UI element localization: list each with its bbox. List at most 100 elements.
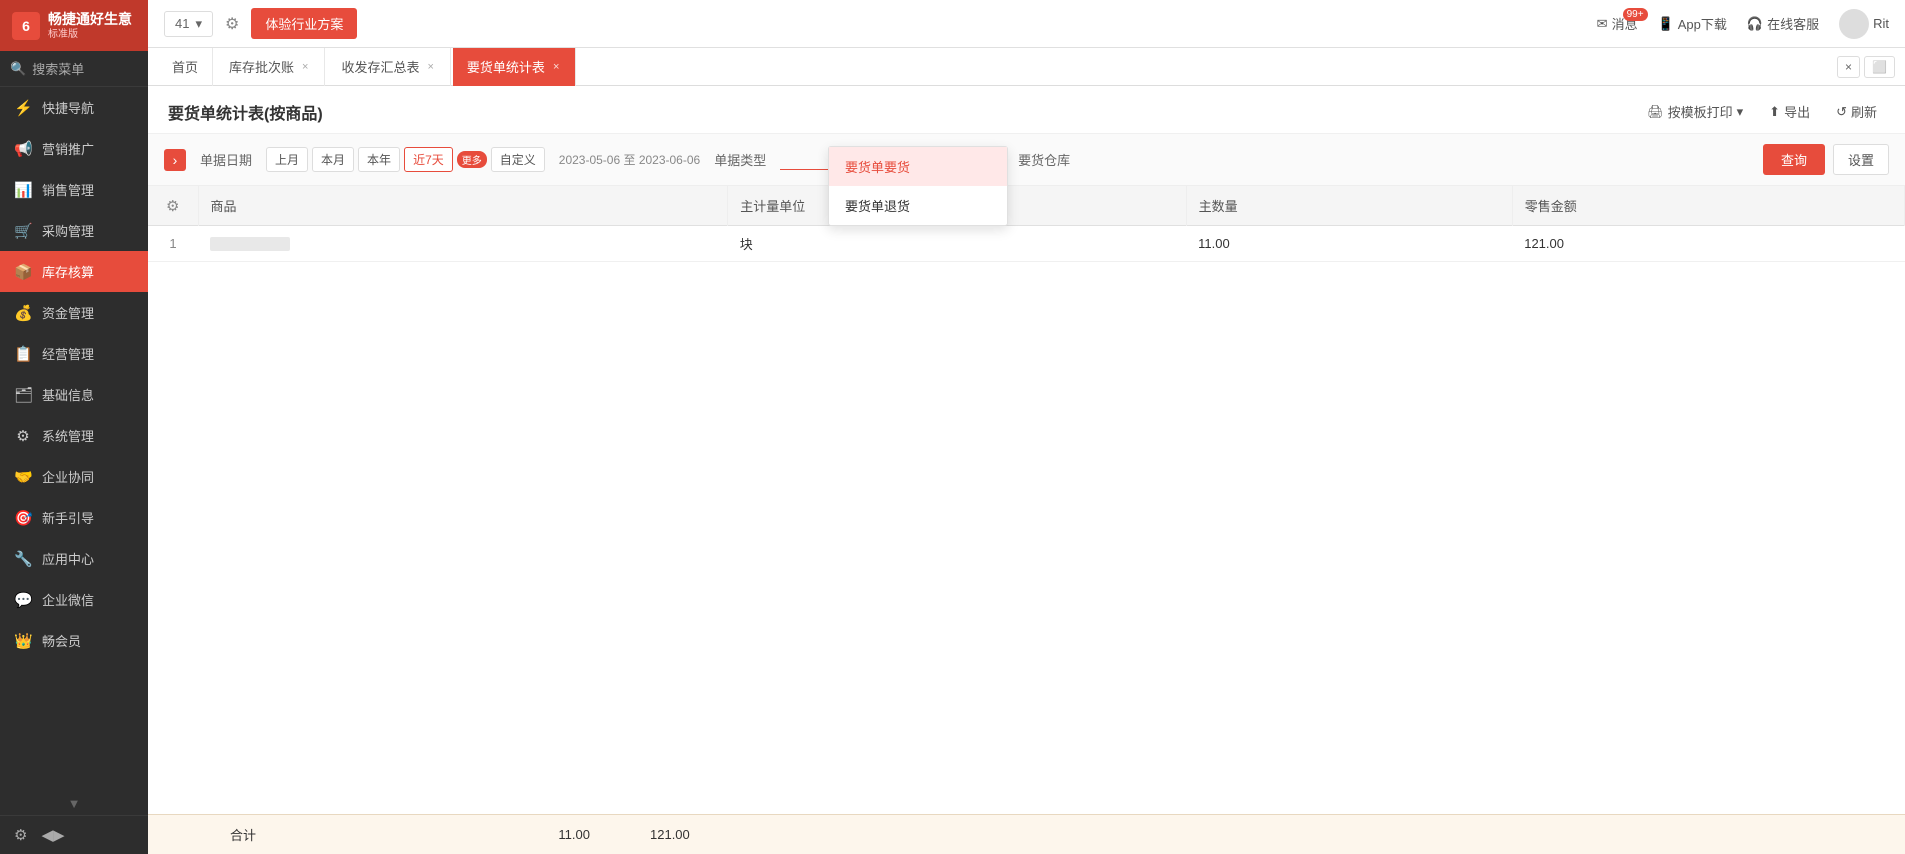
row-unit: 块: [728, 226, 1186, 262]
row-quantity: 11.00: [1186, 226, 1512, 262]
sidebar-bottom: ⚙ ◀▶: [0, 815, 148, 854]
tab-order-stats[interactable]: 要货单统计表 ×: [453, 48, 576, 86]
tabs-restore-btn[interactable]: ⬜: [1864, 56, 1895, 78]
tabs-close-btn[interactable]: ×: [1837, 56, 1860, 78]
warehouse-filter-group: 要货仓库: [1018, 150, 1070, 169]
app-download-button[interactable]: 📱 App下载: [1658, 14, 1727, 33]
sidebar-scroll-down[interactable]: ▼: [0, 792, 148, 815]
tab-inventory-batch[interactable]: 库存批次账 ×: [215, 48, 325, 86]
sidebar-item-app-center[interactable]: 🔧 应用中心: [0, 538, 148, 579]
table-settings-icon[interactable]: ⚙: [166, 198, 179, 215]
topbar-settings-icon[interactable]: ⚙: [225, 14, 239, 34]
query-button[interactable]: 查询: [1763, 144, 1825, 175]
page-actions: 🖨 按模板打印 ▾ ⬆ 导出 ↺ 刷新: [1639, 98, 1885, 125]
sidebar-nav: ⚡ 快捷导航 📢 营销推广 📊 销售管理 🛒 采购管理 📦 库存核算 💰 资金管…: [0, 87, 148, 792]
tab-close-inventory-batch[interactable]: ×: [300, 61, 310, 73]
online-service-button[interactable]: 🎧 在线客服: [1747, 14, 1819, 33]
export-icon: ⬆: [1769, 104, 1780, 120]
settings-button[interactable]: 设置: [1833, 144, 1889, 175]
search-menu[interactable]: 🔍 搜索菜单: [0, 51, 148, 87]
tabs-bar: 首页 库存批次账 × 收发存汇总表 × 要货单统计表 × × ⬜: [148, 48, 1905, 86]
more-dates-badge[interactable]: 更多: [457, 151, 487, 168]
table-row: 1 块 11.00 121.00: [148, 226, 1905, 262]
sidebar-item-purchase[interactable]: 🛒 采购管理: [0, 210, 148, 251]
sidebar-item-finance[interactable]: 💰 资金管理: [0, 292, 148, 333]
nav-icon-inventory: 📦: [14, 263, 32, 281]
nav-icon-wechat: 💬: [14, 591, 32, 609]
date-filter-label: 单据日期: [200, 150, 252, 169]
sidebar-item-quick-nav[interactable]: ⚡ 快捷导航: [0, 87, 148, 128]
date-custom-btn[interactable]: 自定义: [491, 147, 545, 172]
messages-badge: 99+: [1623, 8, 1648, 21]
date-filter-group: 上月 本月 本年 近7天 更多 自定义: [266, 147, 545, 172]
nav-icon-finance: 💰: [14, 304, 32, 322]
warehouse-filter-label: 要货仓库: [1018, 150, 1070, 169]
nav-icon-quick: ⚡: [14, 99, 32, 117]
sidebar-item-system[interactable]: ⚙ 系统管理: [0, 415, 148, 456]
date-btn-last-month[interactable]: 上月: [266, 147, 308, 172]
main-area: 41 ▾ ⚙ 体验行业方案 ✉ 消息 99+ 📱 App下载 🎧 在线客服 Ri…: [148, 0, 1905, 854]
table-footer: 合计 11.00 121.00: [148, 814, 1905, 854]
tab-close-order-stats[interactable]: ×: [551, 61, 561, 73]
row-amount: 121.00: [1512, 226, 1904, 262]
date-btn-this-year[interactable]: 本年: [358, 147, 400, 172]
logo-icon: 6: [12, 12, 40, 40]
sidebar-item-wechat[interactable]: 💬 企业微信: [0, 579, 148, 620]
print-dropdown-icon: ▾: [1737, 104, 1744, 120]
refresh-button[interactable]: ↺ 刷新: [1828, 98, 1885, 125]
print-button[interactable]: 🖨 按模板打印 ▾: [1639, 98, 1751, 125]
col-settings[interactable]: ⚙: [148, 186, 198, 226]
sidebar-item-guide[interactable]: 🎯 新手引导: [0, 497, 148, 538]
collapse-icon[interactable]: ◀▶: [41, 826, 64, 844]
avatar: [1839, 9, 1869, 39]
nav-icon-guide: 🎯: [14, 509, 32, 527]
nav-icon-app-center: 🔧: [14, 550, 32, 568]
filter-bar: › 单据日期 上月 本月 本年 近7天 更多 自定义 2023-05-06 至 …: [148, 134, 1905, 186]
messages-button[interactable]: ✉ 消息 99+: [1597, 14, 1638, 33]
tab-received-summary[interactable]: 收发存汇总表 ×: [327, 48, 450, 86]
export-button[interactable]: ⬆ 导出: [1761, 98, 1818, 125]
filter-expand-button[interactable]: ›: [164, 149, 186, 171]
page-content: 要货单统计表(按商品) 🖨 按模板打印 ▾ ⬆ 导出 ↺ 刷新 ›: [148, 86, 1905, 854]
nav-icon-basic-info: 🗂: [14, 386, 32, 404]
table-header-row: ⚙ 商品 主计量单位 主数量 零售金额: [148, 186, 1905, 226]
footer-label: 合计: [230, 825, 310, 844]
type-filter-label: 单据类型: [714, 150, 766, 169]
page-header: 要货单统计表(按商品) 🖨 按模板打印 ▾ ⬆ 导出 ↺ 刷新: [148, 86, 1905, 134]
app-logo: 6 畅捷通好生意 标准版: [0, 0, 148, 51]
sidebar-item-enterprise[interactable]: 🤝 企业协同: [0, 456, 148, 497]
sidebar-item-vip[interactable]: 👑 畅会员: [0, 620, 148, 661]
date-btn-last-7-days[interactable]: 近7天: [404, 147, 453, 172]
trial-button[interactable]: 体验行业方案: [251, 8, 357, 39]
sidebar-item-inventory[interactable]: 📦 库存核算: [0, 251, 148, 292]
sidebar-item-sales[interactable]: 📊 销售管理: [0, 169, 148, 210]
footer-quantity: 11.00: [510, 827, 590, 842]
nav-icon-vip: 👑: [14, 632, 32, 650]
sidebar: 6 畅捷通好生意 标准版 🔍 搜索菜单 ⚡ 快捷导航 📢 营销推广 📊 销售管理…: [0, 0, 148, 854]
settings-icon[interactable]: ⚙: [14, 826, 27, 844]
topbar-right: ✉ 消息 99+ 📱 App下载 🎧 在线客服 Rit: [1597, 9, 1889, 39]
sidebar-item-marketing[interactable]: 📢 营销推广: [0, 128, 148, 169]
store-selector[interactable]: 41 ▾: [164, 11, 213, 37]
tab-close-received-summary[interactable]: ×: [425, 61, 435, 73]
tab-home[interactable]: 首页: [158, 48, 213, 86]
sidebar-item-operations[interactable]: 📋 经营管理: [0, 333, 148, 374]
search-icon: 🔍: [10, 61, 26, 77]
dropdown-item-order-return[interactable]: 要货单退货: [829, 186, 1007, 225]
sidebar-item-basic-info[interactable]: 🗂 基础信息: [0, 374, 148, 415]
date-range-display: 2023-05-06 至 2023-06-06: [559, 151, 700, 168]
nav-icon-purchase: 🛒: [14, 222, 32, 240]
store-number: 41: [175, 16, 189, 31]
nav-icon-enterprise: 🤝: [14, 468, 32, 486]
footer-amount: 121.00: [650, 827, 690, 842]
product-name-placeholder: [210, 237, 290, 251]
nav-icon-operations: 📋: [14, 345, 32, 363]
user-profile[interactable]: Rit: [1839, 9, 1889, 39]
date-btn-this-month[interactable]: 本月: [312, 147, 354, 172]
tabs-bar-right: × ⬜: [1837, 56, 1895, 78]
dropdown-item-order-goods[interactable]: 要货单要货: [829, 147, 1007, 186]
topbar: 41 ▾ ⚙ 体验行业方案 ✉ 消息 99+ 📱 App下载 🎧 在线客服 Ri…: [148, 0, 1905, 48]
message-icon: ✉: [1597, 16, 1608, 32]
refresh-icon: ↺: [1836, 104, 1847, 120]
col-quantity: 主数量: [1186, 186, 1512, 226]
